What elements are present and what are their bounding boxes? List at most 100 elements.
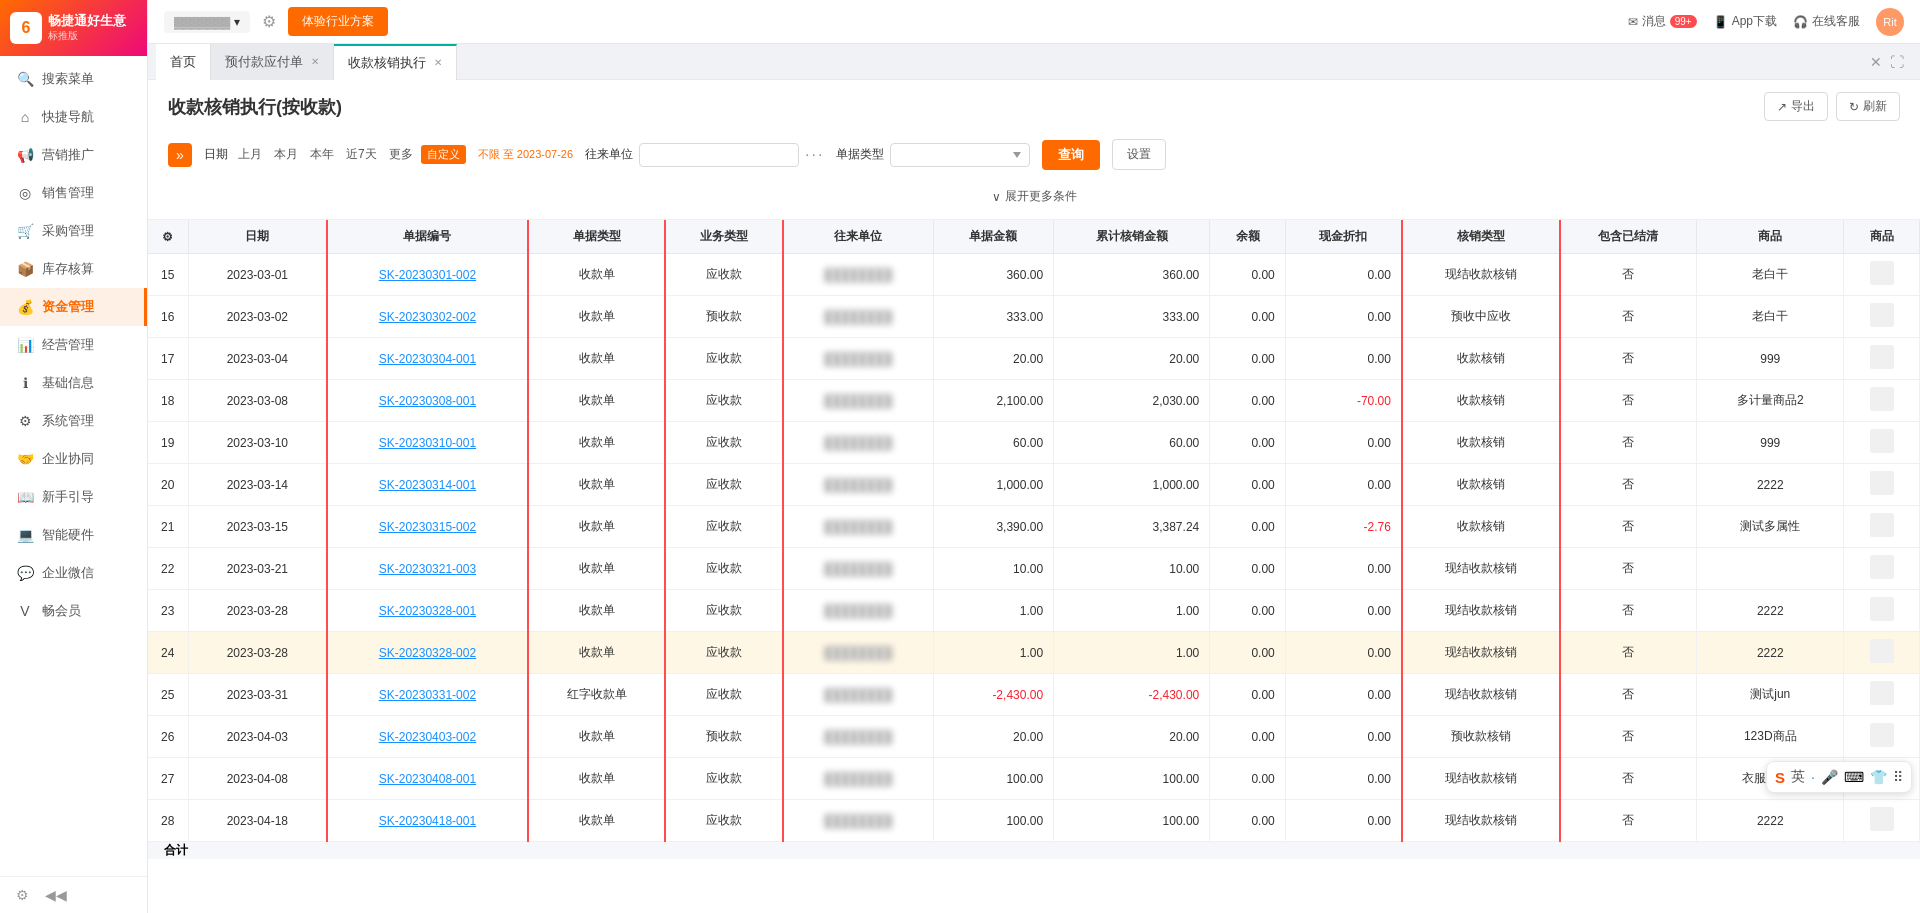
date-opt-7days[interactable]: 近7天 xyxy=(342,144,381,165)
partner-value: ████████ xyxy=(824,268,892,282)
date-range-display: 不限 至 2023-07-26 xyxy=(478,147,573,162)
sidebar-item-basic[interactable]: ℹ基础信息 xyxy=(0,364,147,402)
date-opt-more[interactable]: 更多 xyxy=(385,144,417,165)
sidebar-item-label-purchase: 采购管理 xyxy=(42,222,94,240)
doc-no-link[interactable]: SK-20230301-002 xyxy=(379,268,476,282)
sidebar-item-finance[interactable]: 💰资金管理 xyxy=(0,288,147,326)
industry-solution-button[interactable]: 体验行业方案 xyxy=(288,7,388,36)
tab-close-prepay[interactable]: ✕ xyxy=(311,56,319,67)
date-opt-this-month[interactable]: 本月 xyxy=(270,144,302,165)
sidebar-item-operation[interactable]: 📊经营管理 xyxy=(0,326,147,364)
tab-prepay[interactable]: 预付款应付单✕ xyxy=(211,44,334,80)
voucher-type-select[interactable] xyxy=(890,143,1030,167)
sidebar-item-wechat[interactable]: 💬企业微信 xyxy=(0,554,147,592)
settings-button[interactable]: 设置 xyxy=(1112,139,1166,170)
sidebar-item-inventory[interactable]: 📦库存核算 xyxy=(0,250,147,288)
cell-balance: 0.00 xyxy=(1210,758,1286,800)
tab-home[interactable]: 首页 xyxy=(156,44,211,80)
settings-bottom-icon[interactable]: ⚙ xyxy=(16,887,29,903)
sidebar-item-marketing[interactable]: 📢营销推广 xyxy=(0,136,147,174)
footer-goods2 xyxy=(1844,842,1920,860)
sidebar-item-hardware[interactable]: 💻智能硬件 xyxy=(0,516,147,554)
column-settings-icon[interactable]: ⚙ xyxy=(162,230,173,244)
expand-more-button[interactable]: ∨ 展开更多条件 xyxy=(168,184,1900,209)
ft-icon-4[interactable]: ⌨ xyxy=(1844,769,1864,785)
fullscreen-icon[interactable]: ⛶ xyxy=(1890,54,1904,70)
doc-no-link[interactable]: SK-20230408-001 xyxy=(379,772,476,786)
cell-biz-type: 应收款 xyxy=(665,548,783,590)
cell-amount: -2,430.00 xyxy=(933,674,1053,716)
sidebar-item-cooperation[interactable]: 🤝企业协同 xyxy=(0,440,147,478)
cell-goods-img xyxy=(1844,338,1920,380)
date-opt-last-month[interactable]: 上月 xyxy=(234,144,266,165)
cell-goods: 999 xyxy=(1697,338,1844,380)
cell-biz-type: 应收款 xyxy=(665,800,783,842)
app-logo-icon: 6 xyxy=(10,12,42,44)
doc-no-link[interactable]: SK-20230302-002 xyxy=(379,310,476,324)
tab-writeoff[interactable]: 收款核销执行 ✕ xyxy=(334,44,457,80)
partner-label: 往来单位 xyxy=(585,146,633,163)
partner-dots[interactable]: ··· xyxy=(805,146,824,164)
cell-doc-type: 红字收款单 xyxy=(528,674,666,716)
col-settings[interactable]: ⚙ xyxy=(148,220,188,254)
filter-toggle-button[interactable]: » xyxy=(168,143,192,167)
doc-no-link[interactable]: SK-20230321-003 xyxy=(379,562,476,576)
query-button[interactable]: 查询 xyxy=(1042,140,1100,170)
settings-icon[interactable]: ⚙ xyxy=(262,12,276,31)
shortcut-icon: ⌂ xyxy=(16,108,34,126)
doc-no-link[interactable]: SK-20230314-001 xyxy=(379,478,476,492)
doc-no-link[interactable]: SK-20230328-001 xyxy=(379,604,476,618)
doc-no-link[interactable]: SK-20230403-002 xyxy=(379,730,476,744)
cell-doc-type: 收款单 xyxy=(528,758,666,800)
doc-no-link[interactable]: SK-20230304-001 xyxy=(379,352,476,366)
cell-doc-type: 收款单 xyxy=(528,800,666,842)
doc-no-link[interactable]: SK-20230308-001 xyxy=(379,394,476,408)
refresh-button[interactable]: ↻ 刷新 xyxy=(1836,92,1900,121)
tab-close-writeoff[interactable]: ✕ xyxy=(434,57,442,68)
close-tab-icon[interactable]: ✕ xyxy=(1870,54,1882,70)
sidebar-item-sales[interactable]: ◎销售管理 xyxy=(0,174,147,212)
cell-goods: 测试多属性 xyxy=(1697,506,1844,548)
footer-goods xyxy=(1697,842,1844,860)
headset-icon: 🎧 xyxy=(1793,15,1808,29)
doc-no-link[interactable]: SK-20230328-002 xyxy=(379,646,476,660)
doc-no-link[interactable]: SK-20230418-001 xyxy=(379,814,476,828)
table-row: 22 2023-03-21 SK-20230321-003 收款单 应收款 ██… xyxy=(148,548,1920,590)
footer-amount xyxy=(933,842,1053,860)
app-download-button[interactable]: 📱 App下载 xyxy=(1713,13,1777,30)
message-button[interactable]: ✉ 消息 99+ xyxy=(1628,13,1697,30)
partner-input[interactable] xyxy=(639,143,799,167)
app-selector-text: ▓▓▓▓▓▓▓ xyxy=(174,16,230,28)
table-row: 17 2023-03-04 SK-20230304-001 收款单 应收款 ██… xyxy=(148,338,1920,380)
basic-icon: ℹ xyxy=(16,374,34,392)
collapse-icon[interactable]: ◀◀ xyxy=(45,887,67,903)
cell-doc-no: SK-20230321-003 xyxy=(327,548,528,590)
ft-icon-6[interactable]: ⠿ xyxy=(1893,769,1903,785)
online-service-button[interactable]: 🎧 在线客服 xyxy=(1793,13,1860,30)
ft-icon-1[interactable]: 英 xyxy=(1791,768,1805,786)
export-button[interactable]: ↗ 导出 xyxy=(1764,92,1828,121)
doc-no-link[interactable]: SK-20230331-002 xyxy=(379,688,476,702)
date-opt-this-year[interactable]: 本年 xyxy=(306,144,338,165)
tab-label-writeoff: 收款核销执行 xyxy=(348,54,426,72)
sidebar-item-vip[interactable]: V畅会员 xyxy=(0,592,147,630)
doc-no-link[interactable]: SK-20230315-002 xyxy=(379,520,476,534)
user-avatar[interactable]: Rit xyxy=(1876,8,1904,36)
app-selector[interactable]: ▓▓▓▓▓▓▓ ▾ xyxy=(164,11,250,33)
sidebar-item-shortcut[interactable]: ⌂快捷导航 xyxy=(0,98,147,136)
table-row: 19 2023-03-10 SK-20230310-001 收款单 应收款 ██… xyxy=(148,422,1920,464)
cell-partner: ████████ xyxy=(783,674,933,716)
cell-goods xyxy=(1697,548,1844,590)
sidebar-item-system[interactable]: ⚙系统管理 xyxy=(0,402,147,440)
sidebar-item-search[interactable]: 🔍搜索菜单 xyxy=(0,60,147,98)
date-custom-button[interactable]: 自定义 xyxy=(421,145,466,164)
cell-seq: 27 xyxy=(148,758,188,800)
sidebar-item-guide[interactable]: 📖新手引导 xyxy=(0,478,147,516)
ft-icon-5[interactable]: 👕 xyxy=(1870,769,1887,785)
cell-seq: 25 xyxy=(148,674,188,716)
sidebar-item-purchase[interactable]: 🛒采购管理 xyxy=(0,212,147,250)
doc-no-link[interactable]: SK-20230310-001 xyxy=(379,436,476,450)
table-footer-row: 合计 xyxy=(148,842,1920,860)
ft-icon-2[interactable]: · xyxy=(1811,769,1815,785)
ft-icon-3[interactable]: 🎤 xyxy=(1821,769,1838,785)
